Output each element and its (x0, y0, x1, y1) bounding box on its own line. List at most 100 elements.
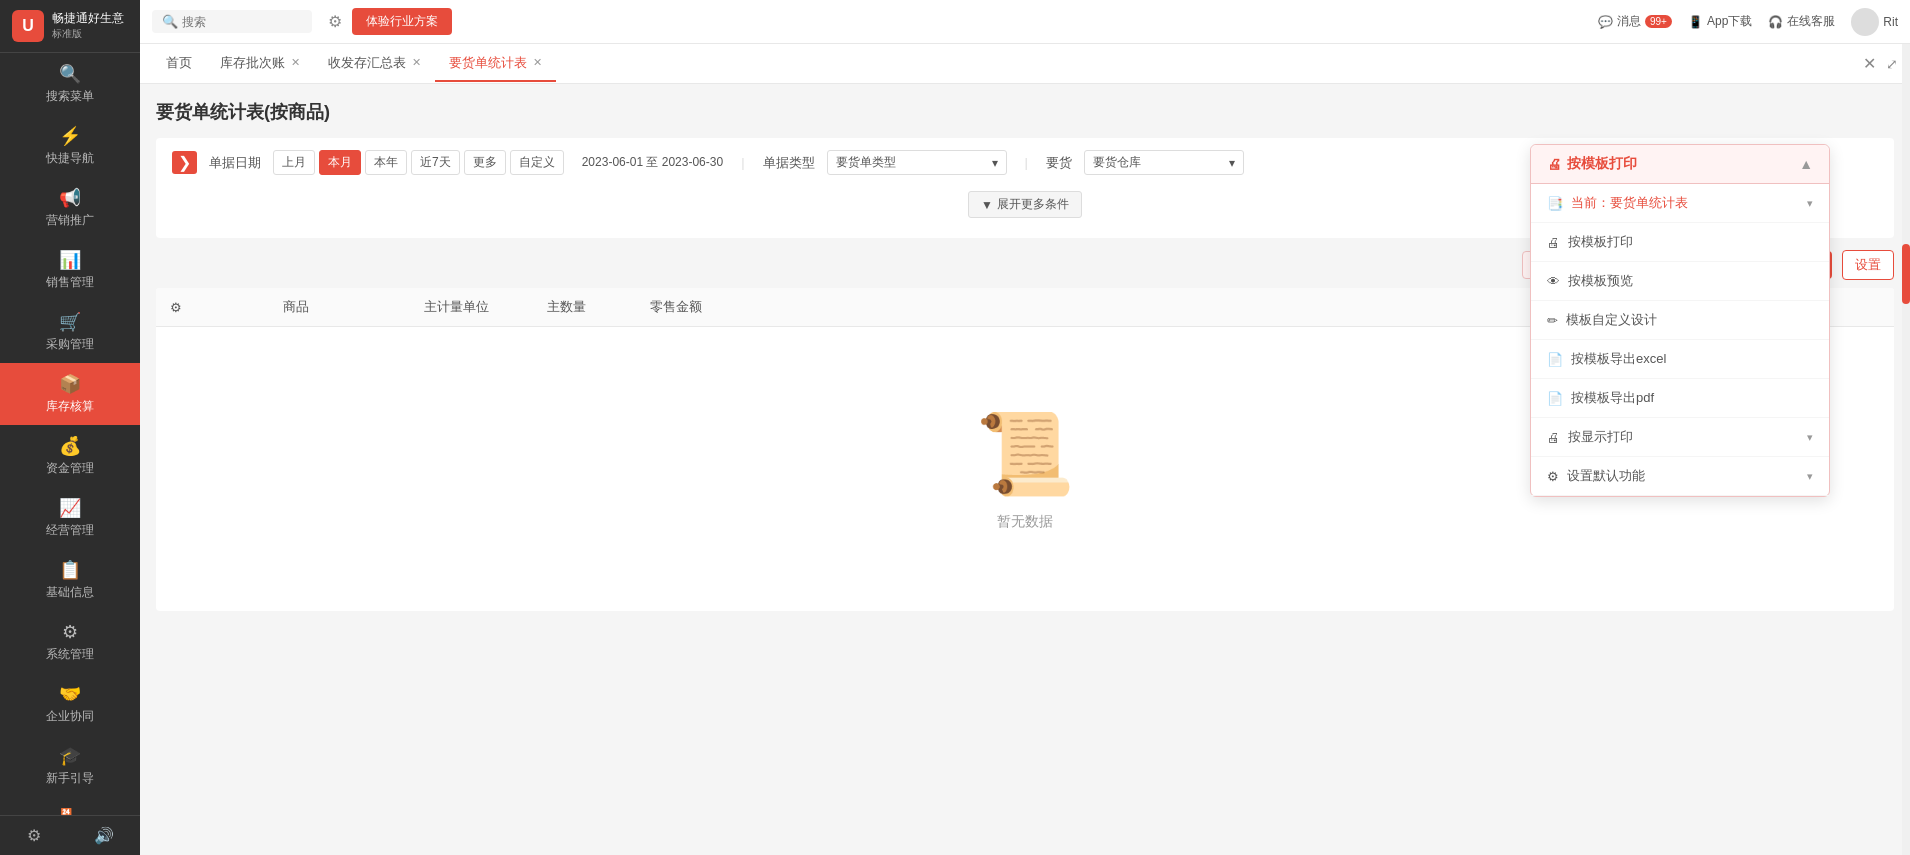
print-dropdown-default-func[interactable]: ⚙ 设置默认功能 ▾ (1531, 457, 1829, 496)
date-range-display: 2023-06-01 至 2023-06-30 (582, 154, 723, 171)
print-dropdown-close-btn[interactable]: ▲ (1799, 156, 1813, 172)
app-download-item[interactable]: 📱 App下载 (1688, 13, 1752, 30)
message-icon: 💬 (1598, 15, 1613, 29)
page-title: 要货单统计表(按商品) (156, 100, 1894, 124)
sidebar-item-label: 资金管理 (46, 460, 94, 477)
user-avatar[interactable]: Rit (1851, 8, 1898, 36)
date-buttons: 上月 本月 本年 近7天 更多 自定义 (273, 150, 564, 175)
sidebar-item-operation[interactable]: 📈 经营管理 (0, 487, 140, 549)
message-item[interactable]: 💬 消息 99+ (1598, 13, 1672, 30)
search-input[interactable] (182, 15, 302, 29)
template-print-label: 按模板打印 (1568, 233, 1633, 251)
export-excel-label: 按模板导出excel (1571, 350, 1666, 368)
industry-btn[interactable]: 体验行业方案 (352, 8, 452, 35)
order-type-select[interactable]: 要货单类型 ▾ (827, 150, 1007, 175)
excel-icon: 📄 (1547, 352, 1563, 367)
tab-home[interactable]: 首页 (152, 46, 206, 82)
expand-label: 展开更多条件 (997, 196, 1069, 213)
print-dropdown-template-preview[interactable]: 👁 按模板预览 (1531, 262, 1829, 301)
online-service-item[interactable]: 🎧 在线客服 (1768, 13, 1835, 30)
template-design-left: ✏ 模板自定义设计 (1547, 311, 1657, 329)
empty-illustration: 📜 (975, 407, 1075, 501)
sidebar-item-finance[interactable]: 💰 资金管理 (0, 425, 140, 487)
date-btn-this-year[interactable]: 本年 (365, 150, 407, 175)
print-dropdown-current-item[interactable]: 📑 当前：要货单统计表 ▾ (1531, 184, 1829, 223)
export-excel-left: 📄 按模板导出excel (1547, 350, 1666, 368)
settings-bottom-icon[interactable]: ⚙ (27, 826, 41, 845)
sidebar-item-label: 企业协同 (46, 708, 94, 725)
message-label: 消息 (1617, 13, 1641, 30)
print-dropdown-header: 🖨 按模板打印 ▲ (1531, 145, 1829, 184)
megaphone-icon: 📢 (59, 187, 81, 209)
expand-filter-btn[interactable]: ▼ 展开更多条件 (968, 191, 1082, 218)
settings-icon[interactable]: ⚙ (328, 12, 342, 31)
printer-icon-item: 🖨 (1547, 235, 1560, 250)
print-dropdown-template-design[interactable]: ✏ 模板自定义设计 (1531, 301, 1829, 340)
tab-close-receivable-summary[interactable]: ✕ (412, 56, 421, 69)
expand-window-icon[interactable]: ⤢ (1886, 56, 1898, 72)
sidebar-item-label: 经营管理 (46, 522, 94, 539)
tab-close-requisition-stats[interactable]: ✕ (533, 56, 542, 69)
sidebar-item-search[interactable]: 🔍 搜索菜单 (0, 53, 140, 115)
th-unit: 主计量单位 (396, 298, 516, 316)
date-btn-7days[interactable]: 近7天 (411, 150, 460, 175)
close-window-icon[interactable]: ✕ (1863, 54, 1876, 73)
sidebar-item-inventory[interactable]: 📦 库存核算 (0, 363, 140, 425)
app-download-label: App下载 (1707, 13, 1752, 30)
sidebar-item-label: 基础信息 (46, 584, 94, 601)
date-btn-custom[interactable]: 自定义 (510, 150, 564, 175)
clipboard-icon: 📋 (59, 559, 81, 581)
trending-icon: 📈 (59, 497, 81, 519)
tabs-bar: 首页 库存批次账 ✕ 收发存汇总表 ✕ 要货单统计表 ✕ ✕ ⤢ (140, 44, 1910, 84)
requisition-select[interactable]: 要货仓库 ▾ (1084, 150, 1244, 175)
app-logo-icon: U (12, 10, 44, 42)
topbar-right: 💬 消息 99+ 📱 App下载 🎧 在线客服 Rit (1598, 8, 1898, 36)
print-dropdown-template-print[interactable]: 🖨 按模板打印 (1531, 223, 1829, 262)
sidebar-item-label: 系统管理 (46, 646, 94, 663)
th-retail: 零售金额 (616, 298, 736, 316)
sidebar-item-marketing[interactable]: 📢 营销推广 (0, 177, 140, 239)
tab-inventory-batch[interactable]: 库存批次账 ✕ (206, 46, 314, 82)
speaker-icon[interactable]: 🔊 (94, 826, 114, 845)
date-btn-this-month[interactable]: 本月 (319, 150, 361, 175)
pdf-icon: 📄 (1547, 391, 1563, 406)
tab-close-inventory-batch[interactable]: ✕ (291, 56, 300, 69)
sidebar-item-collab[interactable]: 🤝 企业协同 (0, 673, 140, 735)
sidebar-item-label: 快捷导航 (46, 150, 94, 167)
print-dropdown-export-excel[interactable]: 📄 按模板导出excel (1531, 340, 1829, 379)
requisition-value: 要货仓库 (1093, 154, 1141, 171)
sidebar-item-newbie[interactable]: 🎓 新手引导 (0, 735, 140, 797)
sidebar-item-label: 营销推广 (46, 212, 94, 229)
topbar: 🔍 ⚙ 体验行业方案 💬 消息 99+ 📱 App下载 🎧 在线客服 Rit (140, 0, 1910, 44)
sidebar-item-basic[interactable]: 📋 基础信息 (0, 549, 140, 611)
tab-receivable-summary[interactable]: 收发存汇总表 ✕ (314, 46, 435, 82)
message-badge: 99+ (1645, 15, 1672, 28)
collapse-filter-icon[interactable]: ❯ (172, 151, 197, 174)
sidebar-item-label: 采购管理 (46, 336, 94, 353)
display-print-label: 按显示打印 (1568, 428, 1633, 446)
th-product: 商品 (196, 298, 396, 316)
sidebar-item-sales[interactable]: 📊 销售管理 (0, 239, 140, 301)
handshake-icon: 🤝 (59, 683, 81, 705)
sidebar-item-purchase[interactable]: 🛒 采购管理 (0, 301, 140, 363)
topbar-search-box[interactable]: 🔍 (152, 10, 312, 33)
tab-requisition-stats[interactable]: 要货单统计表 ✕ (435, 46, 556, 82)
print-dropdown-display-print[interactable]: 🖨 按显示打印 ▾ (1531, 418, 1829, 457)
right-scrollbar[interactable] (1902, 44, 1910, 855)
sidebar-nav: 🔍 搜索菜单 ⚡ 快捷导航 📢 营销推广 📊 销售管理 🛒 采购管理 📦 库存核… (0, 53, 140, 815)
sidebar-item-appstore[interactable]: 🏪 应用中心 (0, 797, 140, 815)
date-btn-more[interactable]: 更多 (464, 150, 506, 175)
display-print-left: 🖨 按显示打印 (1547, 428, 1633, 446)
sidebar-item-system[interactable]: ⚙ 系统管理 (0, 611, 140, 673)
sidebar-bottom: ⚙ 🔊 (0, 815, 140, 855)
print-dropdown-export-pdf[interactable]: 📄 按模板导出pdf (1531, 379, 1829, 418)
th-settings[interactable]: ⚙ (156, 300, 196, 315)
print-dropdown-title: 🖨 按模板打印 (1547, 155, 1637, 173)
settings-button[interactable]: 设置 (1842, 250, 1894, 280)
current-arrow: ▾ (1807, 197, 1813, 210)
sidebar-item-quicknav[interactable]: ⚡ 快捷导航 (0, 115, 140, 177)
display-printer-icon: 🖨 (1547, 430, 1560, 445)
template-print-left: 🖨 按模板打印 (1547, 233, 1633, 251)
date-btn-last-month[interactable]: 上月 (273, 150, 315, 175)
default-gear-icon: ⚙ (1547, 469, 1559, 484)
